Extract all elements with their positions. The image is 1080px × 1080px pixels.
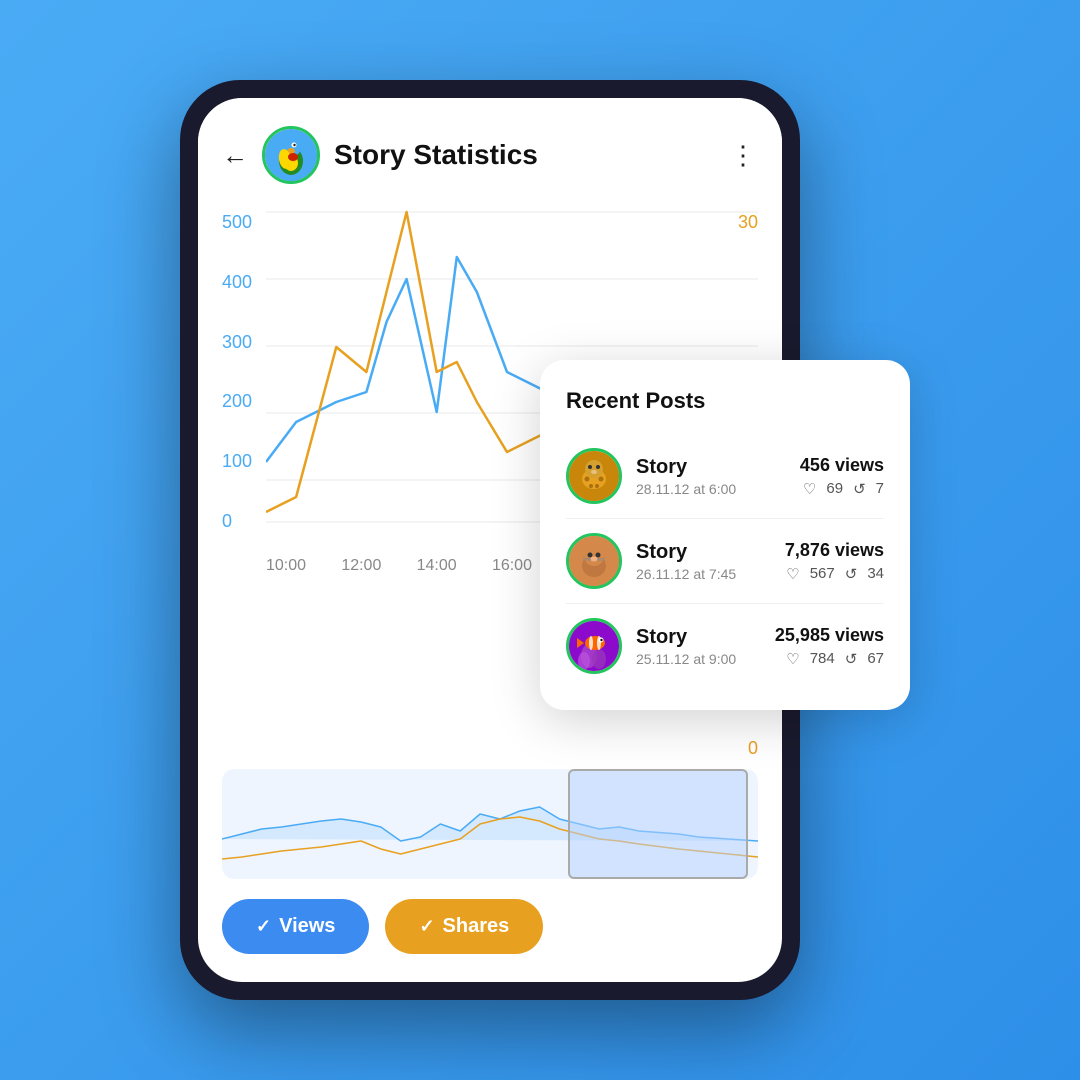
y-label-400: 400 xyxy=(222,272,252,293)
y-label-500: 500 xyxy=(222,212,252,233)
post-title-2: Story xyxy=(636,541,771,564)
post-date-3: 25.11.12 at 9:00 xyxy=(636,651,761,667)
recent-posts-title: Recent Posts xyxy=(566,388,884,414)
post-avatar-3 xyxy=(566,618,622,674)
post-title-3: Story xyxy=(636,626,761,649)
post-item-2[interactable]: Story 26.11.12 at 7:45 7,876 views ♡ 567… xyxy=(566,519,884,604)
y-label-100: 100 xyxy=(222,451,252,472)
post-title-1: Story xyxy=(636,456,786,479)
x-label-1600: 16:00 xyxy=(492,557,532,769)
toggle-buttons-row: ✓ Views ✓ Shares xyxy=(198,879,782,982)
shares-label: Shares xyxy=(443,915,510,938)
shares-toggle-button[interactable]: ✓ Shares xyxy=(385,899,543,954)
x-label-1400: 14:00 xyxy=(417,557,457,769)
chart-selection-window[interactable] xyxy=(568,769,748,879)
back-button[interactable]: ← xyxy=(222,140,248,171)
post-avatar-2 xyxy=(566,533,622,589)
likes-count-2: 567 xyxy=(810,565,835,582)
phone-wrapper: ← xyxy=(180,80,900,1000)
recent-posts-card: Recent Posts xyxy=(540,360,910,710)
post-engagement-3: ♡ 784 ↺ 67 xyxy=(775,650,884,668)
more-menu-button[interactable]: ⋮ xyxy=(730,140,758,171)
y-label-200: 200 xyxy=(222,391,252,412)
header: ← xyxy=(198,98,782,202)
post-info-2: Story 26.11.12 at 7:45 xyxy=(636,541,771,582)
likes-count-3: 784 xyxy=(810,650,835,667)
post-info-3: Story 25.11.12 at 9:00 xyxy=(636,626,761,667)
post-avatar-1 xyxy=(566,448,622,504)
shares-count-3: 67 xyxy=(867,650,884,667)
x-label-1200: 12:00 xyxy=(341,557,381,769)
post-info-1: Story 28.11.12 at 6:00 xyxy=(636,456,786,497)
x-label-1000: 10:00 xyxy=(266,557,306,769)
avatar-image xyxy=(265,129,317,181)
post-date-1: 28.11.12 at 6:00 xyxy=(636,481,786,497)
post-date-2: 26.11.12 at 7:45 xyxy=(636,566,771,582)
shares-check-icon: ✓ xyxy=(419,916,434,937)
post-stats-2: 7,876 views ♡ 567 ↺ 34 xyxy=(785,540,884,583)
heart-icon-1: ♡ xyxy=(803,480,816,498)
share-icon-1: ↺ xyxy=(853,480,866,498)
post-engagement-1: ♡ 69 ↺ 7 xyxy=(800,480,884,498)
views-label: Views xyxy=(279,915,335,938)
likes-count-1: 69 xyxy=(826,480,843,497)
heart-icon-3: ♡ xyxy=(786,650,799,668)
post-item-3[interactable]: Story 25.11.12 at 9:00 25,985 views ♡ 78… xyxy=(566,604,884,688)
shares-count-2: 34 xyxy=(867,565,884,582)
y-axis-left: 500 400 300 200 100 0 xyxy=(222,202,252,542)
y-label-0: 0 xyxy=(222,511,252,532)
post-views-3: 25,985 views xyxy=(775,625,884,646)
views-toggle-button[interactable]: ✓ Views xyxy=(222,899,369,954)
y-label-300: 300 xyxy=(222,332,252,353)
mini-chart[interactable] xyxy=(222,769,758,879)
share-icon-2: ↺ xyxy=(845,565,858,583)
post-item[interactable]: Story 28.11.12 at 6:00 456 views ♡ 69 ↺ … xyxy=(566,434,884,519)
post-stats-1: 456 views ♡ 69 ↺ 7 xyxy=(800,455,884,498)
post-views-1: 456 views xyxy=(800,455,884,476)
post-stats-3: 25,985 views ♡ 784 ↺ 67 xyxy=(775,625,884,668)
page-title: Story Statistics xyxy=(334,139,716,171)
views-check-icon: ✓ xyxy=(256,916,271,937)
shares-count-1: 7 xyxy=(876,480,884,497)
post-views-2: 7,876 views xyxy=(785,540,884,561)
post-engagement-2: ♡ 567 ↺ 34 xyxy=(785,565,884,583)
profile-avatar xyxy=(262,126,320,184)
share-icon-3: ↺ xyxy=(845,650,858,668)
heart-icon-2: ♡ xyxy=(786,565,799,583)
